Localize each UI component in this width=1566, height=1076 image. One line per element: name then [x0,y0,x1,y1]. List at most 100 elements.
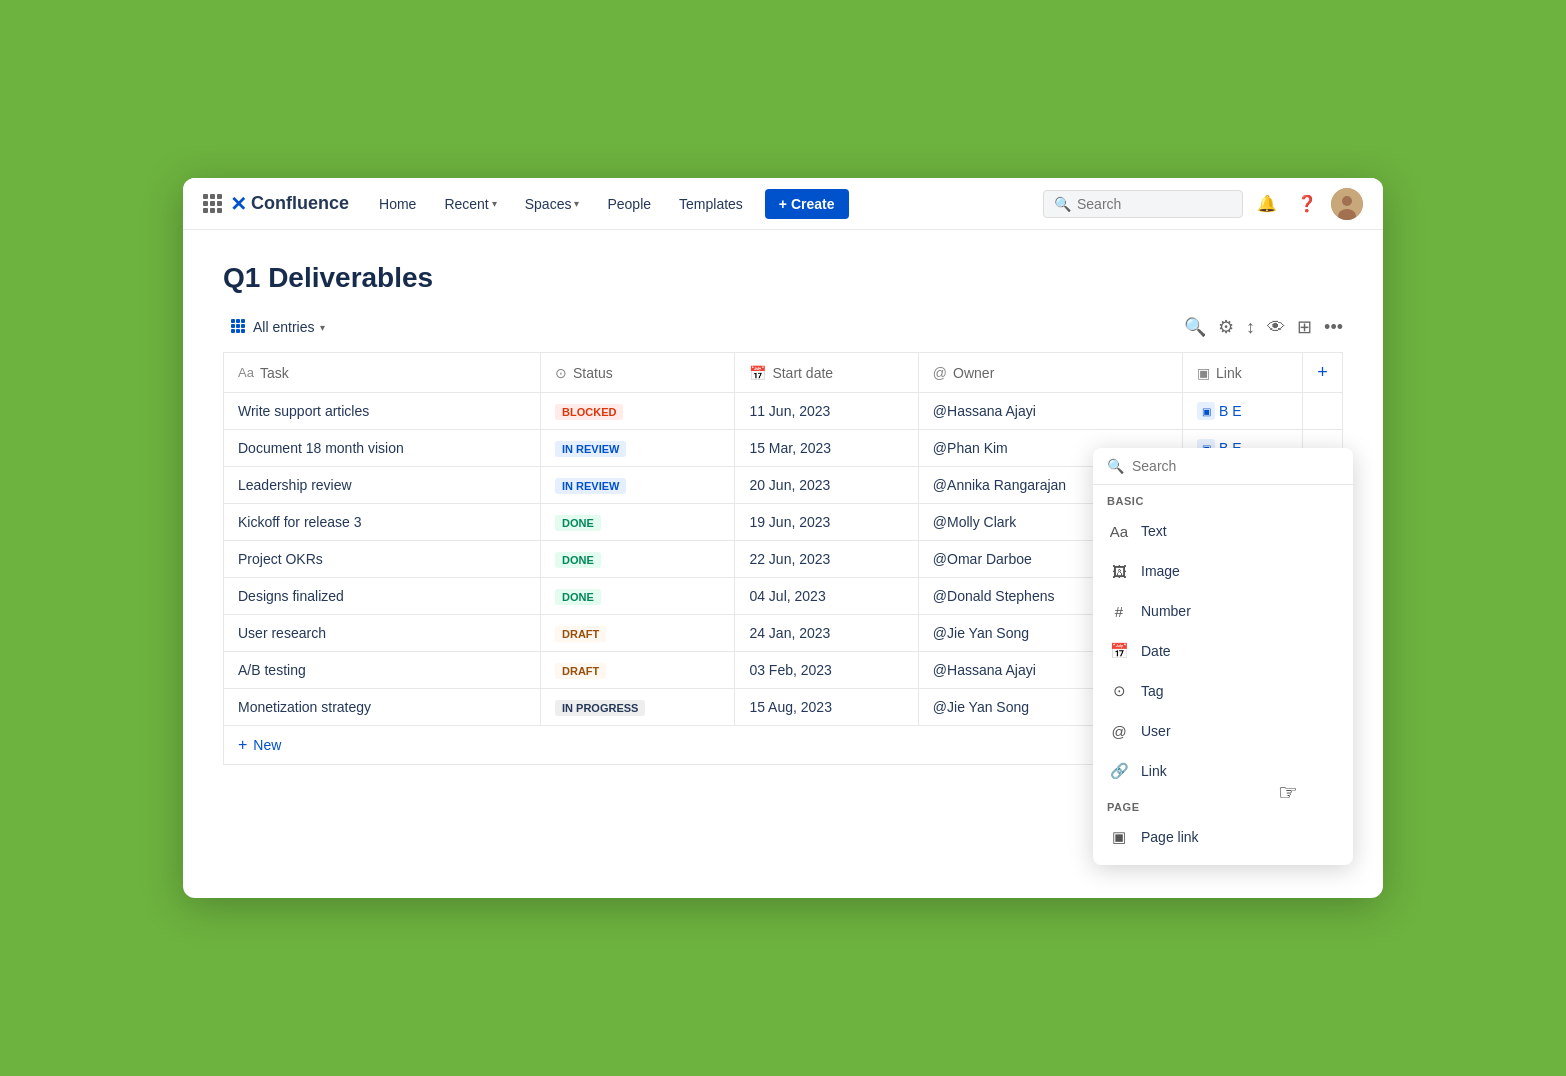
logo-group: ✕ Confluence [203,192,349,216]
help-button[interactable]: ❓ [1291,188,1323,220]
hide-fields-icon[interactable]: 👁 [1267,317,1285,338]
dropdown-item-date[interactable]: 📅 Date [1093,631,1353,671]
link-cell[interactable]: ▣ B E [1183,393,1303,430]
basic-section-label: BASIC [1093,485,1353,511]
table-view-icon [231,319,247,335]
nav-people[interactable]: People [597,190,661,218]
dropdown-item-image[interactable]: 🖼 Image [1093,551,1353,591]
status-type-icon: ⊙ [555,365,567,381]
status-cell[interactable]: IN PROGRESS [541,689,735,726]
spaces-chevron-icon: ▾ [574,198,579,209]
status-cell[interactable]: BLOCKED [541,393,735,430]
task-cell[interactable]: Monetization strategy [224,689,541,726]
status-cell[interactable]: IN REVIEW [541,430,735,467]
add-column-icon[interactable]: + [1317,362,1328,382]
task-cell[interactable]: Write support articles [224,393,541,430]
entries-selector[interactable]: All entries ▾ [223,314,333,340]
confluence-x-icon: ✕ [230,192,247,216]
status-badge: IN REVIEW [555,441,626,457]
confluence-brand-text: Confluence [251,193,349,214]
dropdown-item-tag[interactable]: ⊙ Tag [1093,671,1353,711]
status-cell[interactable]: IN REVIEW [541,467,735,504]
notifications-button[interactable]: 🔔 [1251,188,1283,220]
owner-cell: @Hassana Ajayi [918,393,1182,430]
user-type-icon: @ [1107,719,1131,743]
status-badge: BLOCKED [555,404,623,420]
task-cell[interactable]: A/B testing [224,652,541,689]
task-cell[interactable]: Project OKRs [224,541,541,578]
dropdown-item-number[interactable]: # Number [1093,591,1353,631]
link-type-icon: ▣ [1197,365,1210,381]
search-toolbar-icon[interactable]: 🔍 [1184,316,1206,338]
link-page-icon: ▣ [1197,402,1215,420]
dropdown-item-user[interactable]: @ User [1093,711,1353,751]
date-cell: 04 Jul, 2023 [735,578,918,615]
task-cell[interactable]: Designs finalized [224,578,541,615]
empty-cell [1303,393,1343,430]
page-link-type-icon: ▣ [1107,825,1131,849]
task-cell[interactable]: Leadership review [224,467,541,504]
status-cell[interactable]: DONE [541,541,735,578]
confluence-logo[interactable]: ✕ Confluence [230,192,349,216]
user-avatar[interactable] [1331,188,1363,220]
date-cell: 15 Mar, 2023 [735,430,918,467]
task-cell[interactable]: Kickoff for release 3 [224,504,541,541]
toolbar-actions: 🔍 ⚙ ↕ 👁 ⊞ ••• [1184,316,1343,338]
nav-home[interactable]: Home [369,190,426,218]
create-button[interactable]: + Create [765,189,849,219]
search-input[interactable] [1077,196,1232,212]
date-cell: 11 Jun, 2023 [735,393,918,430]
status-cell[interactable]: DONE [541,578,735,615]
text-type-icon: Aa [1107,519,1131,543]
status-cell[interactable]: DONE [541,504,735,541]
page-title: Q1 Deliverables [223,262,1343,294]
task-cell[interactable]: User research [224,615,541,652]
link-type-icon: 🔗 [1107,759,1131,783]
status-cell[interactable]: DRAFT [541,652,735,689]
dropdown-item-text[interactable]: Aa Text [1093,511,1353,551]
global-search-bar[interactable]: 🔍 [1043,190,1243,218]
date-cell: 15 Aug, 2023 [735,689,918,726]
navbar: ✕ Confluence Home Recent ▾ Spaces ▾ Peop… [183,178,1383,230]
status-badge: DONE [555,515,601,531]
more-options-icon[interactable]: ••• [1324,317,1343,338]
owner-type-icon: @ [933,365,947,381]
grid-icon[interactable] [203,194,222,213]
sort-icon[interactable]: ↕ [1246,317,1255,338]
dropdown-item-link[interactable]: 🔗 Link [1093,751,1353,791]
date-type-icon: 📅 [749,365,766,381]
status-badge: IN PROGRESS [555,700,645,716]
dropdown-search-input[interactable] [1132,458,1339,474]
search-icon: 🔍 [1054,196,1071,212]
col-status: ⊙ Status [541,353,735,393]
image-type-icon: 🖼 [1107,559,1131,583]
svg-point-1 [1342,196,1352,206]
number-type-icon: # [1107,599,1131,623]
date-type-icon: 📅 [1107,639,1131,663]
text-type-icon: Aa [238,365,254,380]
status-badge: DRAFT [555,626,606,642]
date-cell: 20 Jun, 2023 [735,467,918,504]
column-type-dropdown: 🔍 BASIC Aa Text 🖼 Image # Number 📅 Date … [1093,448,1353,865]
dropdown-item-page-link[interactable]: ▣ Page link [1093,817,1353,857]
status-badge: IN REVIEW [555,478,626,494]
date-cell: 22 Jun, 2023 [735,541,918,578]
date-cell: 19 Jun, 2023 [735,504,918,541]
table-toolbar: All entries ▾ 🔍 ⚙ ↕ 👁 ⊞ ••• [223,314,1343,340]
add-column-header[interactable]: + [1303,353,1343,393]
filter-icon[interactable]: ⚙ [1218,316,1234,338]
grid-layout-icon[interactable]: ⊞ [1297,316,1312,338]
tag-type-icon: ⊙ [1107,679,1131,703]
task-cell[interactable]: Document 18 month vision [224,430,541,467]
dropdown-search-icon: 🔍 [1107,458,1124,474]
col-start-date: 📅 Start date [735,353,918,393]
date-cell: 24 Jan, 2023 [735,615,918,652]
col-task: Aa Task [224,353,541,393]
status-badge: DRAFT [555,663,606,679]
status-cell[interactable]: DRAFT [541,615,735,652]
nav-spaces[interactable]: Spaces ▾ [515,190,590,218]
col-owner: @ Owner [918,353,1182,393]
dropdown-search-area[interactable]: 🔍 [1093,448,1353,485]
nav-templates[interactable]: Templates [669,190,753,218]
nav-recent[interactable]: Recent ▾ [434,190,506,218]
